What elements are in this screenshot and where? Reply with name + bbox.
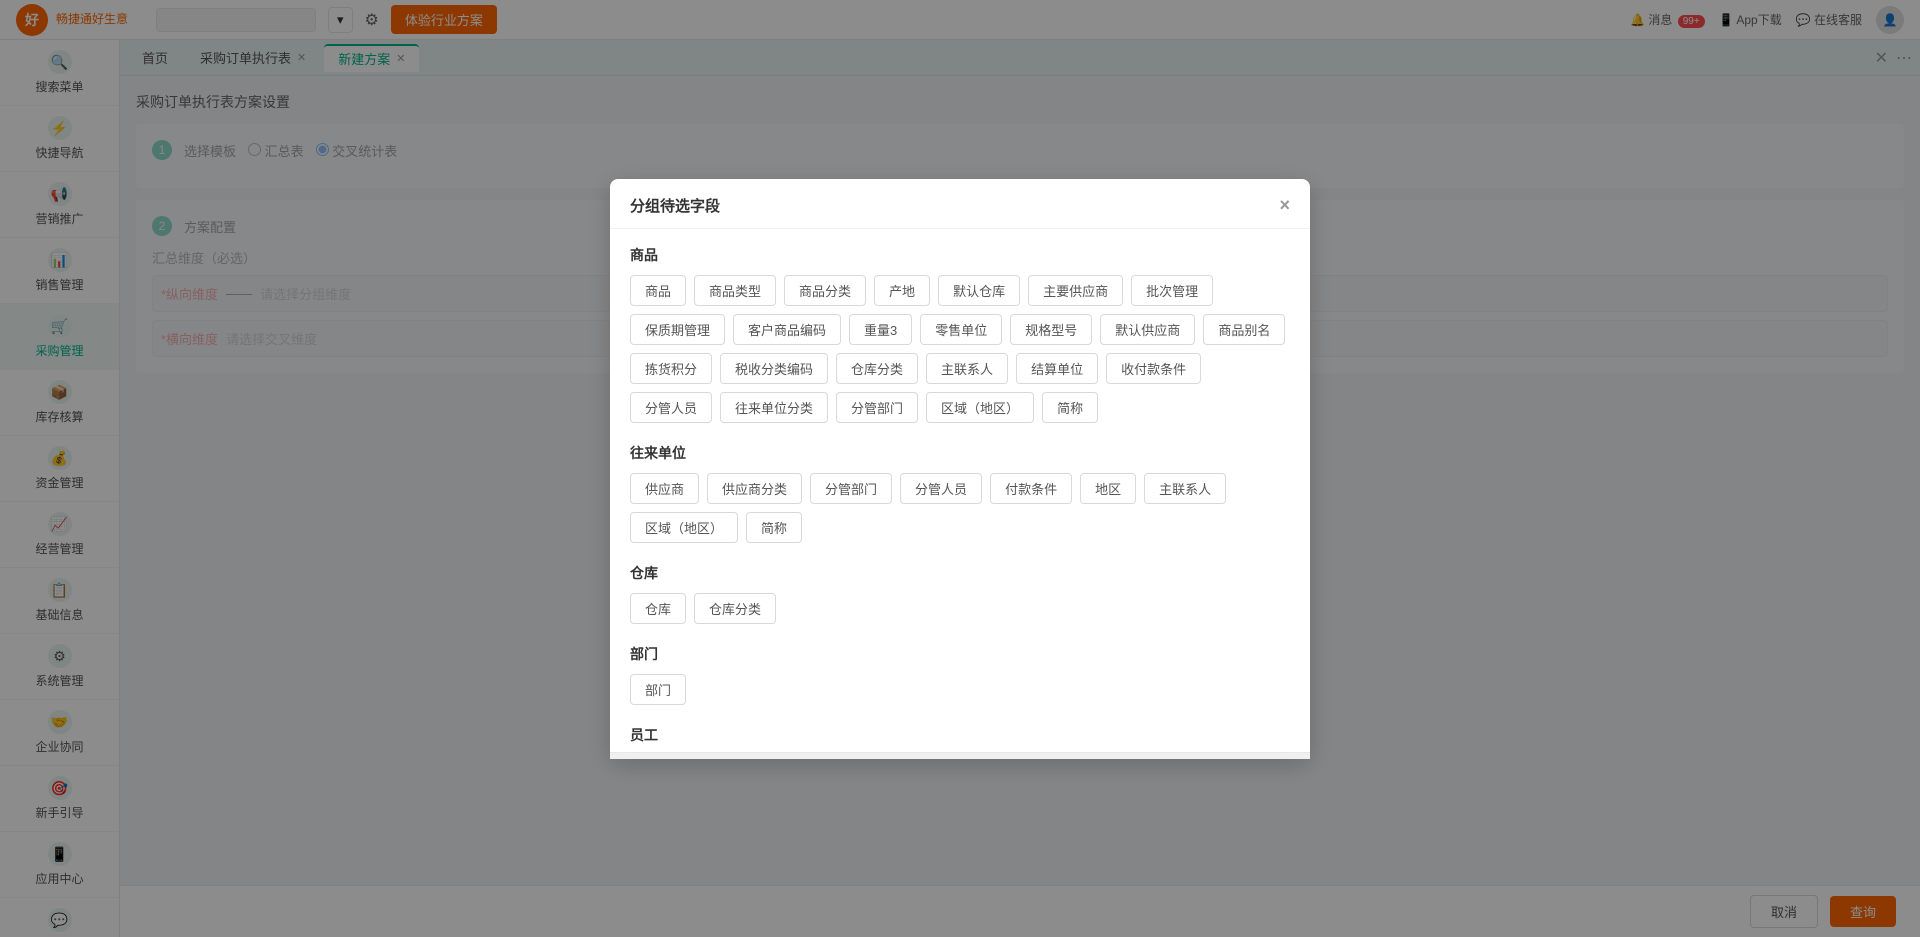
- modal-close-button[interactable]: ×: [1279, 195, 1290, 216]
- field-tag-goods-16[interactable]: 仓库分类: [836, 353, 918, 384]
- field-tag-counterpart-6[interactable]: 主联系人: [1144, 473, 1226, 504]
- field-tag-counterpart-0[interactable]: 供应商: [630, 473, 699, 504]
- field-group-title-employee: 员工: [630, 725, 1290, 745]
- modal-dialog: 分组待选字段 × 商品商品商品类型商品分类产地默认仓库主要供应商批次管理保质期管…: [610, 179, 1310, 759]
- modal-title: 分组待选字段: [630, 195, 720, 216]
- field-tag-counterpart-4[interactable]: 付款条件: [990, 473, 1072, 504]
- field-tag-goods-13[interactable]: 商品别名: [1203, 314, 1285, 345]
- field-group-title-warehouse: 仓库: [630, 563, 1290, 583]
- field-tag-goods-3[interactable]: 产地: [874, 275, 930, 306]
- field-tag-counterpart-1[interactable]: 供应商分类: [707, 473, 802, 504]
- field-tag-goods-6[interactable]: 批次管理: [1131, 275, 1213, 306]
- field-tag-goods-2[interactable]: 商品分类: [784, 275, 866, 306]
- field-group-counterpart: 往来单位供应商供应商分类分管部门分管人员付款条件地区主联系人区域（地区） 简称: [630, 443, 1290, 543]
- field-tag-goods-0[interactable]: 商品: [630, 275, 686, 306]
- field-tag-department-0[interactable]: 部门: [630, 674, 686, 705]
- field-tag-goods-22[interactable]: 分管部门: [836, 392, 918, 423]
- field-tag-warehouse-1[interactable]: 仓库分类: [694, 593, 776, 624]
- field-tags-counterpart: 供应商供应商分类分管部门分管人员付款条件地区主联系人区域（地区） 简称: [630, 473, 1290, 543]
- field-group-title-department: 部门: [630, 644, 1290, 664]
- field-group-title-counterpart: 往来单位: [630, 443, 1290, 463]
- modal-body[interactable]: 商品商品商品类型商品分类产地默认仓库主要供应商批次管理保质期管理客户商品编码重量…: [610, 229, 1310, 753]
- field-tag-goods-18[interactable]: 结算单位: [1016, 353, 1098, 384]
- field-tag-goods-24[interactable]: 简称: [1042, 392, 1098, 423]
- horizontal-scrollbar[interactable]: [610, 752, 1310, 758]
- field-tag-goods-10[interactable]: 零售单位: [920, 314, 1002, 345]
- field-tag-goods-21[interactable]: 往来单位分类: [720, 392, 828, 423]
- field-tag-counterpart-5[interactable]: 地区: [1080, 473, 1136, 504]
- field-tags-department: 部门: [630, 674, 1290, 705]
- field-group-warehouse: 仓库仓库仓库分类: [630, 563, 1290, 624]
- modal-header: 分组待选字段 ×: [610, 179, 1310, 229]
- field-tag-goods-11[interactable]: 规格型号: [1010, 314, 1092, 345]
- field-tag-goods-15[interactable]: 税收分类编码: [720, 353, 828, 384]
- field-tag-counterpart-2[interactable]: 分管部门: [810, 473, 892, 504]
- field-tags-goods: 商品商品类型商品分类产地默认仓库主要供应商批次管理保质期管理客户商品编码重量3 零…: [630, 275, 1290, 423]
- modal-overlay: 分组待选字段 × 商品商品商品类型商品分类产地默认仓库主要供应商批次管理保质期管…: [0, 0, 1920, 937]
- field-tag-goods-17[interactable]: 主联系人: [926, 353, 1008, 384]
- field-tag-goods-19[interactable]: 收付款条件: [1106, 353, 1201, 384]
- field-group-goods: 商品商品商品类型商品分类产地默认仓库主要供应商批次管理保质期管理客户商品编码重量…: [630, 245, 1290, 423]
- field-tag-goods-12[interactable]: 默认供应商: [1100, 314, 1195, 345]
- field-tag-goods-1[interactable]: 商品类型: [694, 275, 776, 306]
- field-tag-warehouse-0[interactable]: 仓库: [630, 593, 686, 624]
- field-tag-goods-7[interactable]: 保质期管理: [630, 314, 725, 345]
- field-group-department: 部门部门: [630, 644, 1290, 705]
- field-tag-counterpart-3[interactable]: 分管人员: [900, 473, 982, 504]
- field-tag-counterpart-8[interactable]: 简称: [746, 512, 802, 543]
- field-tag-counterpart-7[interactable]: 区域（地区）: [630, 512, 738, 543]
- field-group-employee: 员工业务员: [630, 725, 1290, 753]
- field-tag-goods-5[interactable]: 主要供应商: [1028, 275, 1123, 306]
- field-tag-goods-23[interactable]: 区域（地区）: [926, 392, 1034, 423]
- field-tag-goods-9[interactable]: 重量3: [849, 314, 912, 345]
- field-tags-warehouse: 仓库仓库分类: [630, 593, 1290, 624]
- field-group-title-goods: 商品: [630, 245, 1290, 265]
- field-tag-goods-20[interactable]: 分管人员: [630, 392, 712, 423]
- field-tag-goods-8[interactable]: 客户商品编码: [733, 314, 841, 345]
- field-tag-goods-14[interactable]: 拣货积分: [630, 353, 712, 384]
- field-tag-goods-4[interactable]: 默认仓库: [938, 275, 1020, 306]
